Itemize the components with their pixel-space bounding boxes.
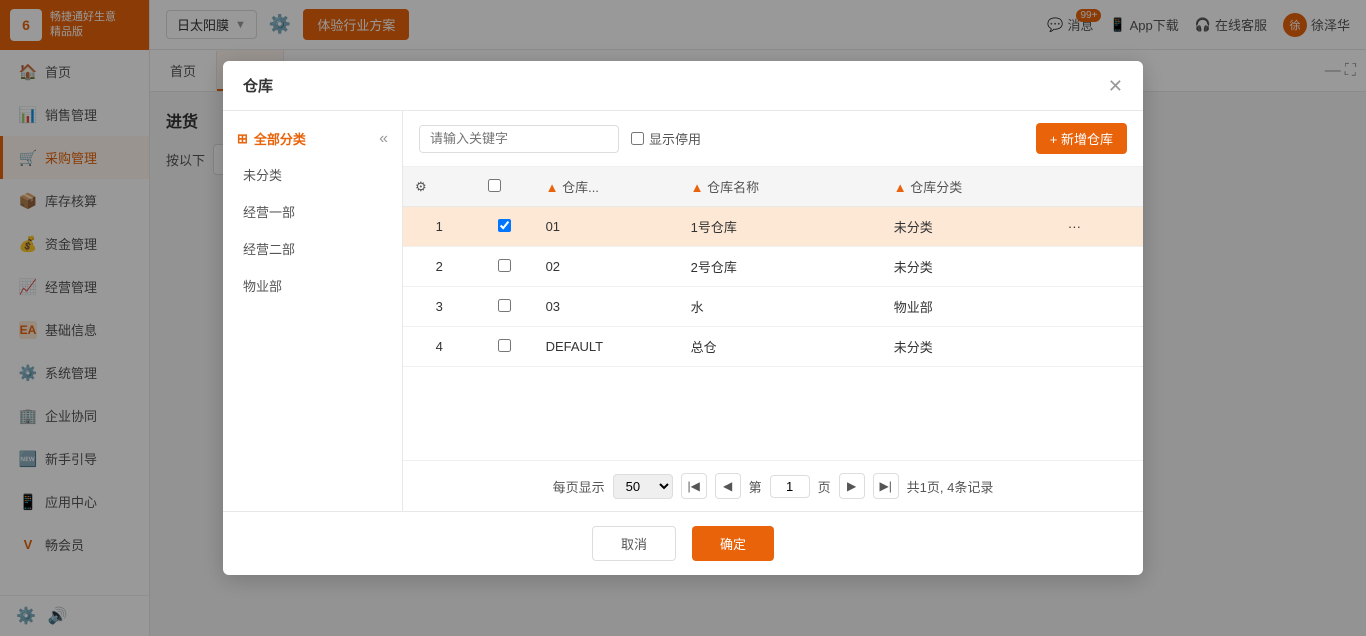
confirm-button[interactable]: 确定 [692,526,774,561]
row-name: 2号仓库 [679,247,882,287]
modal-sidebar-title: ⊞ 全部分类 [237,129,306,148]
row-check[interactable] [476,247,534,287]
table-row[interactable]: 3 03 水 物业部 [403,287,1143,327]
modal-title: 仓库 [243,75,273,96]
row-no: 1 [403,207,476,247]
show-disabled-label[interactable]: 显示停用 [631,129,701,148]
table-row[interactable]: 4 DEFAULT 总仓 未分类 [403,327,1143,367]
modal-search-box: 🔍 [419,125,619,153]
grid-icon: ⊞ [237,131,248,147]
row-code: 02 [534,247,679,287]
row-code: 03 [534,287,679,327]
modal-category-sidebar: ⊞ 全部分类 « 未分类 经营一部 经营二部 物业部 [223,111,403,511]
row-check[interactable] [476,327,534,367]
modal-body: ⊞ 全部分类 « 未分类 经营一部 经营二部 物业部 🔍 [223,111,1143,511]
col-header-action [1056,167,1143,207]
row-category: 物业部 [882,287,1056,327]
category-item-unclassified[interactable]: 未分类 [223,156,402,193]
row-category: 未分类 [882,207,1056,247]
warehouse-table: ⚙ ▲ 仓库... ▲ 仓库名称 [403,167,1143,367]
page-number-input[interactable] [770,475,810,498]
col-header-name[interactable]: ▲ 仓库名称 [679,167,882,207]
modal-overlay[interactable]: 仓库 ✕ ⊞ 全部分类 « 未分类 经营一部 经营二部 物业部 [0,0,1366,636]
col-header-check [476,167,534,207]
row-check[interactable] [476,287,534,327]
row-check[interactable] [476,207,534,247]
modal-main: 🔍 显示停用 + 新增仓库 ⚙ [403,111,1143,511]
row-name: 总仓 [679,327,882,367]
row-category: 未分类 [882,247,1056,287]
col-header-category[interactable]: ▲ 仓库分类 [882,167,1056,207]
next-page-button[interactable]: ▶ [839,473,865,499]
show-disabled-checkbox[interactable] [631,132,644,145]
last-page-button[interactable]: ▶| [873,473,899,499]
row-action [1056,247,1143,287]
sidebar-collapse-button[interactable]: « [379,130,388,148]
modal-table-wrapper: ⚙ ▲ 仓库... ▲ 仓库名称 [403,167,1143,460]
row-action [1056,327,1143,367]
row-code: 01 [534,207,679,247]
col-header-settings: ⚙ [403,167,476,207]
modal-pagination: 每页显示 50 100 |◀ ◀ 第 页 ▶ ▶| 共1页, 4条记录 [403,460,1143,511]
first-page-button[interactable]: |◀ [681,473,707,499]
table-row[interactable]: 2 02 2号仓库 未分类 [403,247,1143,287]
category-item-property[interactable]: 物业部 [223,267,402,304]
modal-close-button[interactable]: ✕ [1108,77,1123,95]
prev-page-button[interactable]: ◀ [715,473,741,499]
modal-search-input[interactable] [420,126,616,151]
warehouse-modal: 仓库 ✕ ⊞ 全部分类 « 未分类 经营一部 经营二部 物业部 [223,61,1143,575]
category-item-dept2[interactable]: 经营二部 [223,230,402,267]
modal-search-button[interactable]: 🔍 [616,126,619,152]
row-name: 水 [679,287,882,327]
row-no: 3 [403,287,476,327]
row-name: 1号仓库 [679,207,882,247]
table-row[interactable]: 1 01 1号仓库 未分类 ··· [403,207,1143,247]
category-item-dept1[interactable]: 经营一部 [223,193,402,230]
modal-footer: 取消 确定 [223,511,1143,575]
per-page-select[interactable]: 50 100 [613,474,673,499]
select-all-checkbox[interactable] [488,179,501,192]
sort-icon-name: ▲ [691,180,704,195]
row-code: DEFAULT [534,327,679,367]
row-category: 未分类 [882,327,1056,367]
modal-sidebar-header: ⊞ 全部分类 « [223,121,402,156]
modal-toolbar: 🔍 显示停用 + 新增仓库 [403,111,1143,167]
col-header-code[interactable]: ▲ 仓库... [534,167,679,207]
row-no: 4 [403,327,476,367]
cancel-button[interactable]: 取消 [592,526,676,561]
row-no: 2 [403,247,476,287]
modal-header: 仓库 ✕ [223,61,1143,111]
add-warehouse-button[interactable]: + 新增仓库 [1036,123,1127,154]
sort-icon: ▲ [546,180,559,195]
row-action: ··· [1056,207,1143,247]
sort-icon-cat: ▲ [894,180,907,195]
row-action [1056,287,1143,327]
